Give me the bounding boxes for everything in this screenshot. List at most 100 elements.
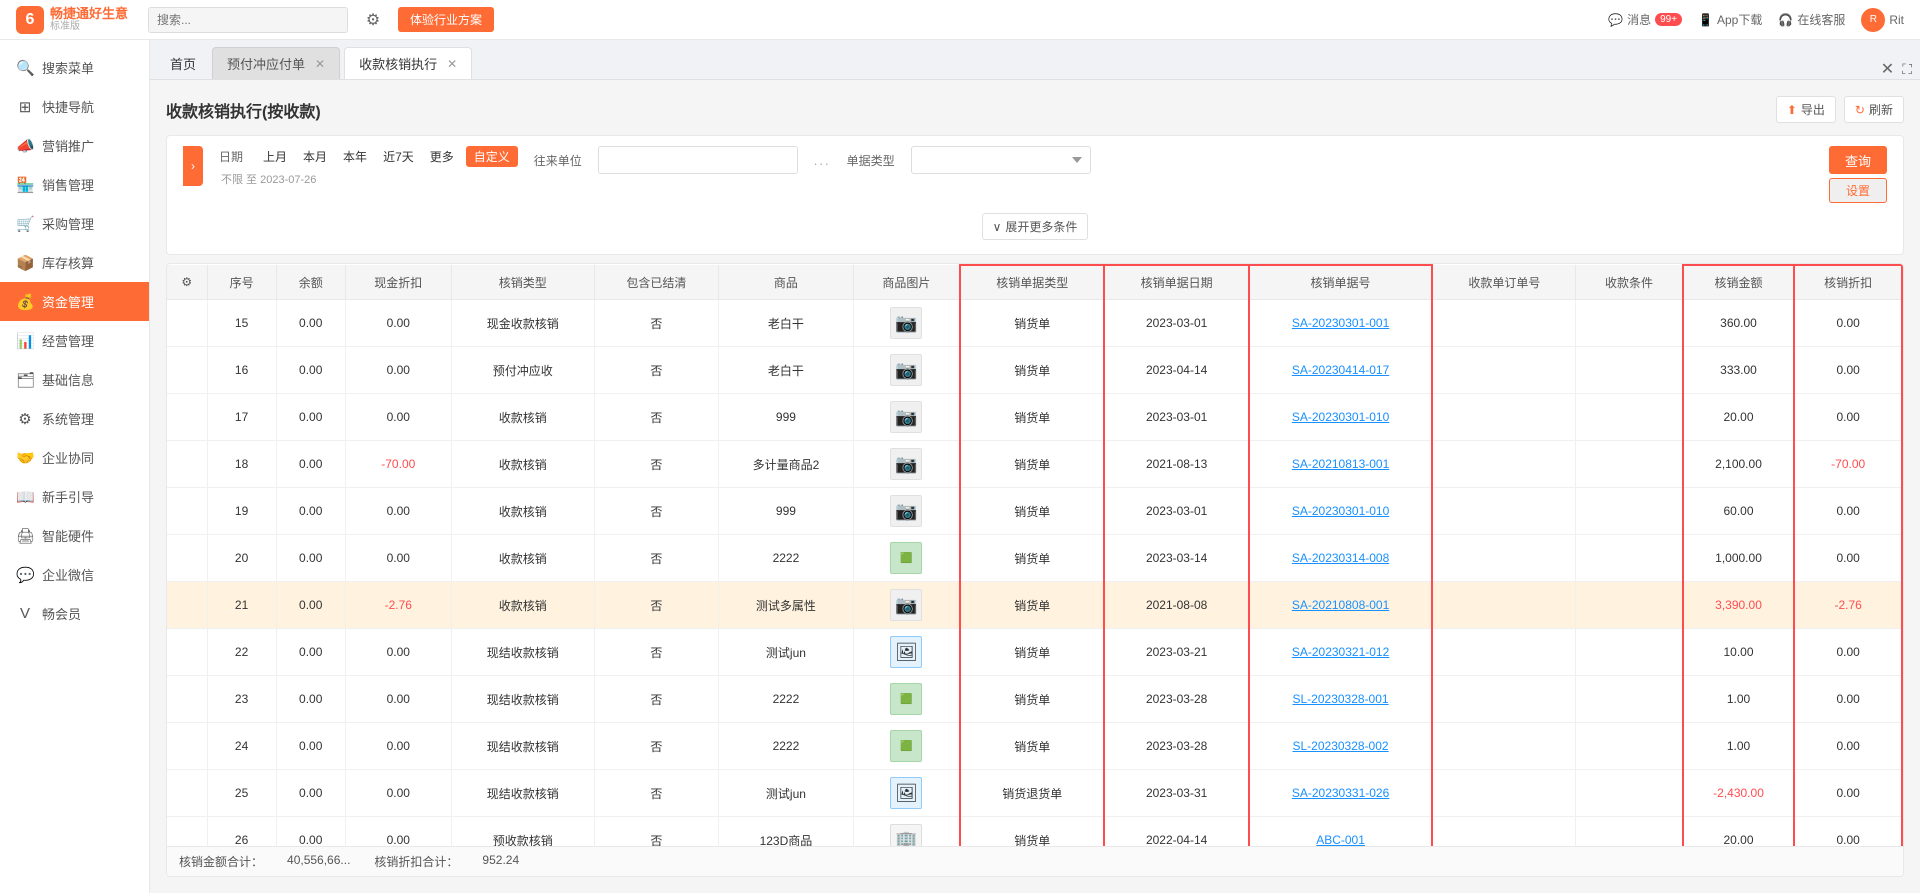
cell-writeoffdiscount: -70.00 [1794,441,1902,488]
cell-writeofftype: 收款核销 [451,535,594,582]
cell-receiptcond [1576,535,1683,582]
sidebar-item-ops[interactable]: 📊 经营管理 [0,321,149,360]
filter-action-group: 查询 设置 [1829,146,1887,203]
cell-billno[interactable]: SA-20230301-010 [1249,394,1432,441]
tab-home[interactable]: 首页 [158,47,208,79]
tab-prepay-close[interactable]: ✕ [315,57,325,71]
col-settings-header[interactable]: ⚙ [167,265,207,300]
sidebar-item-collab[interactable]: 🤝 企业协同 [0,438,149,477]
bill-no-link[interactable]: ABC-001 [1316,833,1365,846]
sidebar-item-guide[interactable]: 📖 新手引导 [0,477,149,516]
expand-conditions-button[interactable]: ∨ 展开更多条件 [982,213,1089,240]
export-button[interactable]: ⬆ 导出 [1776,96,1836,123]
sidebar-item-base[interactable]: 🗂 基础信息 [0,360,149,399]
search-icon: 🔍 [16,59,34,77]
bill-no-link[interactable]: SA-20230314-008 [1292,551,1389,565]
notification-button[interactable]: 💬 消息 99+ [1608,11,1682,28]
cell-billno[interactable]: SA-20230301-001 [1249,300,1432,347]
cell-billno[interactable]: SL-20230328-001 [1249,676,1432,723]
cell-billno[interactable]: SA-20230331-026 [1249,770,1432,817]
cell-billno[interactable]: SA-20230314-008 [1249,535,1432,582]
tab-writeoff-close[interactable]: ✕ [447,57,457,71]
billtype-select[interactable]: 销货单 销货退货单 [911,146,1091,174]
cell-writeoffdiscount: 0.00 [1794,770,1902,817]
sidebar-label-guide: 新手引导 [42,487,94,506]
cell-billno[interactable]: SA-20210813-001 [1249,441,1432,488]
sidebar-item-search[interactable]: 🔍 搜索菜单 [0,48,149,87]
service-icon: 🎧 [1778,13,1793,27]
cell-writeofftype: 收款核销 [451,582,594,629]
top-settings-button[interactable]: ⚙ [360,7,386,33]
filter-collapse-button[interactable]: › [183,146,203,186]
date-filter-group: 日期 上月 本月 本年 近7天 更多 自定义 不限 至 2023-07-26 [219,146,518,187]
chevron-down-icon: ∨ [993,220,1002,234]
col-settings-icon[interactable]: ⚙ [181,275,192,289]
sidebar-item-hardware[interactable]: 🖨 智能硬件 [0,516,149,555]
sidebar-item-system[interactable]: ⚙ 系统管理 [0,399,149,438]
sidebar-item-quicknav[interactable]: ⊞ 快捷导航 [0,87,149,126]
tab-prepay-label: 预付冲应付单 [227,54,305,73]
cell-seq: 21 [207,582,276,629]
sidebar-item-purchase[interactable]: 🛒 采购管理 [0,204,149,243]
cell-billtype: 销货单 [960,488,1104,535]
table-row: 25 0.00 0.00 现结收款核销 否 测试jun 🖼 销货退货单 2023… [167,770,1902,817]
sidebar-item-inventory[interactable]: 📦 库存核算 [0,243,149,282]
counterparty-input[interactable] [598,146,798,174]
cell-writeofftype: 收款核销 [451,394,594,441]
bill-no-link[interactable]: SA-20230301-010 [1292,504,1389,518]
date-7days[interactable]: 近7天 [379,146,418,167]
tab-prepay[interactable]: 预付冲应付单 ✕ [212,47,340,79]
cell-settings [167,676,207,723]
bill-no-link[interactable]: SA-20230331-026 [1292,786,1389,800]
sidebar-item-wechat[interactable]: 💬 企业微信 [0,555,149,594]
sidebar-item-marketing[interactable]: 📣 营销推广 [0,126,149,165]
close-tab-icon[interactable]: ✕ [1881,59,1894,79]
bill-no-link[interactable]: SA-20230321-012 [1292,645,1389,659]
date-this-month[interactable]: 本月 [299,146,331,167]
refresh-button[interactable]: ↻ 刷新 [1844,96,1904,123]
date-custom[interactable]: 自定义 [466,146,518,167]
user-menu[interactable]: R Rit [1861,8,1904,32]
online-service-button[interactable]: 🎧 在线客服 [1778,11,1845,28]
top-bar-right: 💬 消息 99+ 📱 App下载 🎧 在线客服 R Rit [1608,8,1904,32]
bill-no-link[interactable]: SA-20230414-017 [1292,363,1389,377]
table-scroll[interactable]: ⚙ 序号 余额 现金折扣 核销类型 包含已结清 商品 商品图片 核销单据类型 [167,264,1903,846]
date-last-month[interactable]: 上月 [259,146,291,167]
cell-billno[interactable]: SA-20230301-010 [1249,488,1432,535]
bill-no-link[interactable]: SA-20230301-010 [1292,410,1389,424]
date-more[interactable]: 更多 [426,146,458,167]
cell-settings [167,441,207,488]
app-download-button[interactable]: 📱 App下载 [1698,11,1762,28]
top-search-input[interactable] [148,7,348,33]
filter-settings-button[interactable]: 设置 [1829,178,1887,203]
cell-billno[interactable]: SA-20230414-017 [1249,347,1432,394]
counterparty-dots: ... [814,153,831,168]
sidebar-item-vip[interactable]: V 畅会员 [0,594,149,633]
bill-no-link[interactable]: SL-20230328-002 [1293,739,1389,753]
cell-seq: 19 [207,488,276,535]
bill-no-link[interactable]: SL-20230328-001 [1293,692,1389,706]
sidebar-label-inventory: 库存核算 [42,253,94,272]
date-this-year[interactable]: 本年 [339,146,371,167]
col-billtype-header: 核销单据类型 [960,265,1104,300]
wechat-icon: 💬 [16,566,34,584]
sidebar-item-sales[interactable]: 🏪 销售管理 [0,165,149,204]
sidebar-item-finance[interactable]: 💰 资金管理 [0,282,149,321]
expand-window-icon[interactable]: ⛶ [1902,61,1912,78]
cell-writeofftype: 现结收款核销 [451,629,594,676]
cell-billno[interactable]: ABC-001 [1249,817,1432,847]
cell-billno[interactable]: SA-20210808-001 [1249,582,1432,629]
cell-goodsimg: 🏢 [853,817,960,847]
tab-writeoff[interactable]: 收款核销执行 ✕ [344,47,472,79]
cell-billdate: 2023-03-21 [1104,629,1248,676]
query-button[interactable]: 查询 [1829,146,1887,174]
bill-no-link[interactable]: SA-20230301-001 [1292,316,1389,330]
trial-button[interactable]: 体验行业方案 [398,7,494,32]
cell-seq: 18 [207,441,276,488]
bill-no-link[interactable]: SA-20210813-001 [1292,457,1389,471]
cell-billno[interactable]: SL-20230328-002 [1249,723,1432,770]
cell-billno[interactable]: SA-20230321-012 [1249,629,1432,676]
bill-no-link[interactable]: SA-20210808-001 [1292,598,1389,612]
quicknav-icon: ⊞ [16,98,34,116]
cell-seq: 20 [207,535,276,582]
